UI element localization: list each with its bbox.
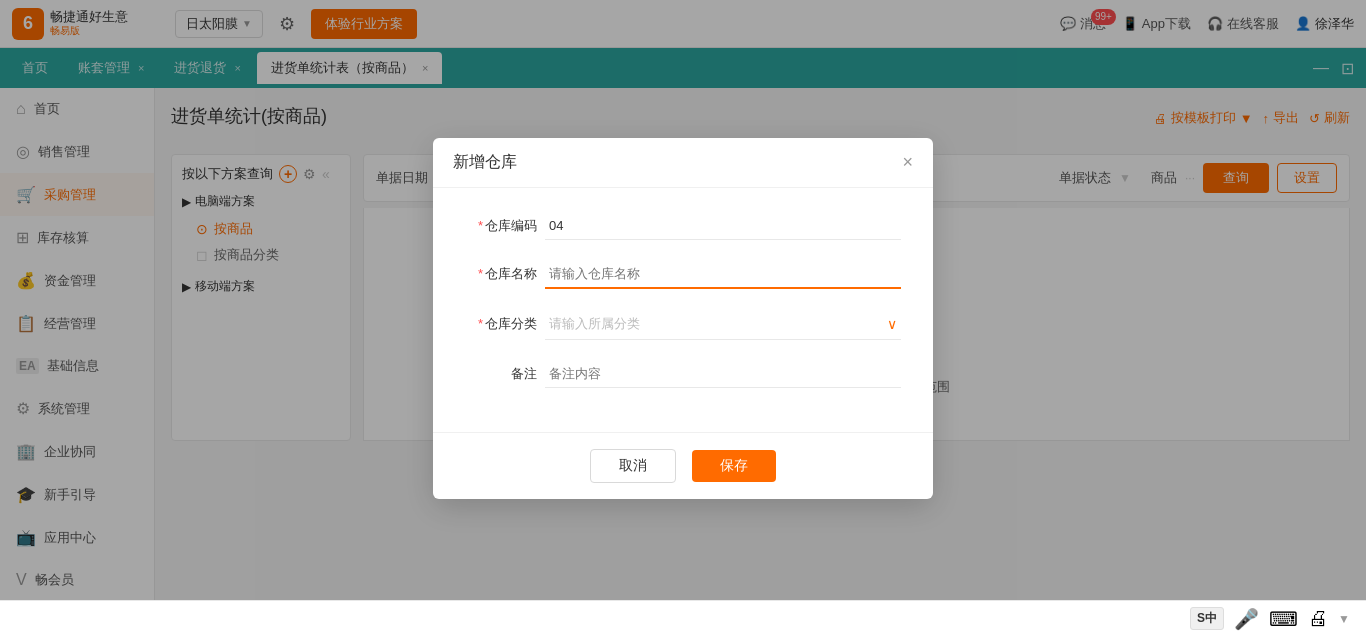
dialog-header: 新增仓库 × <box>433 138 933 188</box>
warehouse-note-input[interactable] <box>545 360 901 388</box>
warehouse-code-input[interactable] <box>545 212 901 240</box>
warehouse-category-row: 仓库分类 请输入所属分类 ∨ <box>465 309 901 340</box>
new-warehouse-dialog: 新增仓库 × 仓库编码 仓库名称 仓库分类 请输入所属分类 ∨ <box>433 138 933 499</box>
warehouse-note-row: 备注 <box>465 360 901 388</box>
bottom-arrow-icon[interactable]: ▼ <box>1338 612 1350 626</box>
dialog-footer: 取消 保存 <box>433 432 933 499</box>
code-label: 仓库编码 <box>465 217 545 235</box>
print-bottom-icon[interactable]: 🖨 <box>1308 607 1328 630</box>
modal-overlay[interactable]: 新增仓库 × 仓库编码 仓库名称 仓库分类 请输入所属分类 ∨ <box>0 0 1366 636</box>
sougou-icon[interactable]: S中 <box>1190 607 1224 630</box>
cancel-button[interactable]: 取消 <box>590 449 676 483</box>
dialog-body: 仓库编码 仓库名称 仓库分类 请输入所属分类 ∨ 备注 <box>433 188 933 432</box>
warehouse-name-input[interactable] <box>545 260 901 289</box>
name-label: 仓库名称 <box>465 265 545 283</box>
chevron-down-icon: ∨ <box>887 316 897 332</box>
save-button[interactable]: 保存 <box>692 450 776 482</box>
warehouse-code-row: 仓库编码 <box>465 212 901 240</box>
warehouse-name-row: 仓库名称 <box>465 260 901 289</box>
category-select[interactable]: 请输入所属分类 ∨ <box>545 309 901 340</box>
category-placeholder: 请输入所属分类 <box>549 315 887 333</box>
category-label: 仓库分类 <box>465 315 545 333</box>
dialog-close-button[interactable]: × <box>902 152 913 173</box>
note-label: 备注 <box>465 365 545 383</box>
keyboard-icon[interactable]: ⌨ <box>1269 607 1298 631</box>
microphone-icon[interactable]: 🎤 <box>1234 607 1259 631</box>
dialog-title: 新增仓库 <box>453 152 517 173</box>
bottom-bar: S中 🎤 ⌨ 🖨 ▼ <box>0 600 1366 636</box>
